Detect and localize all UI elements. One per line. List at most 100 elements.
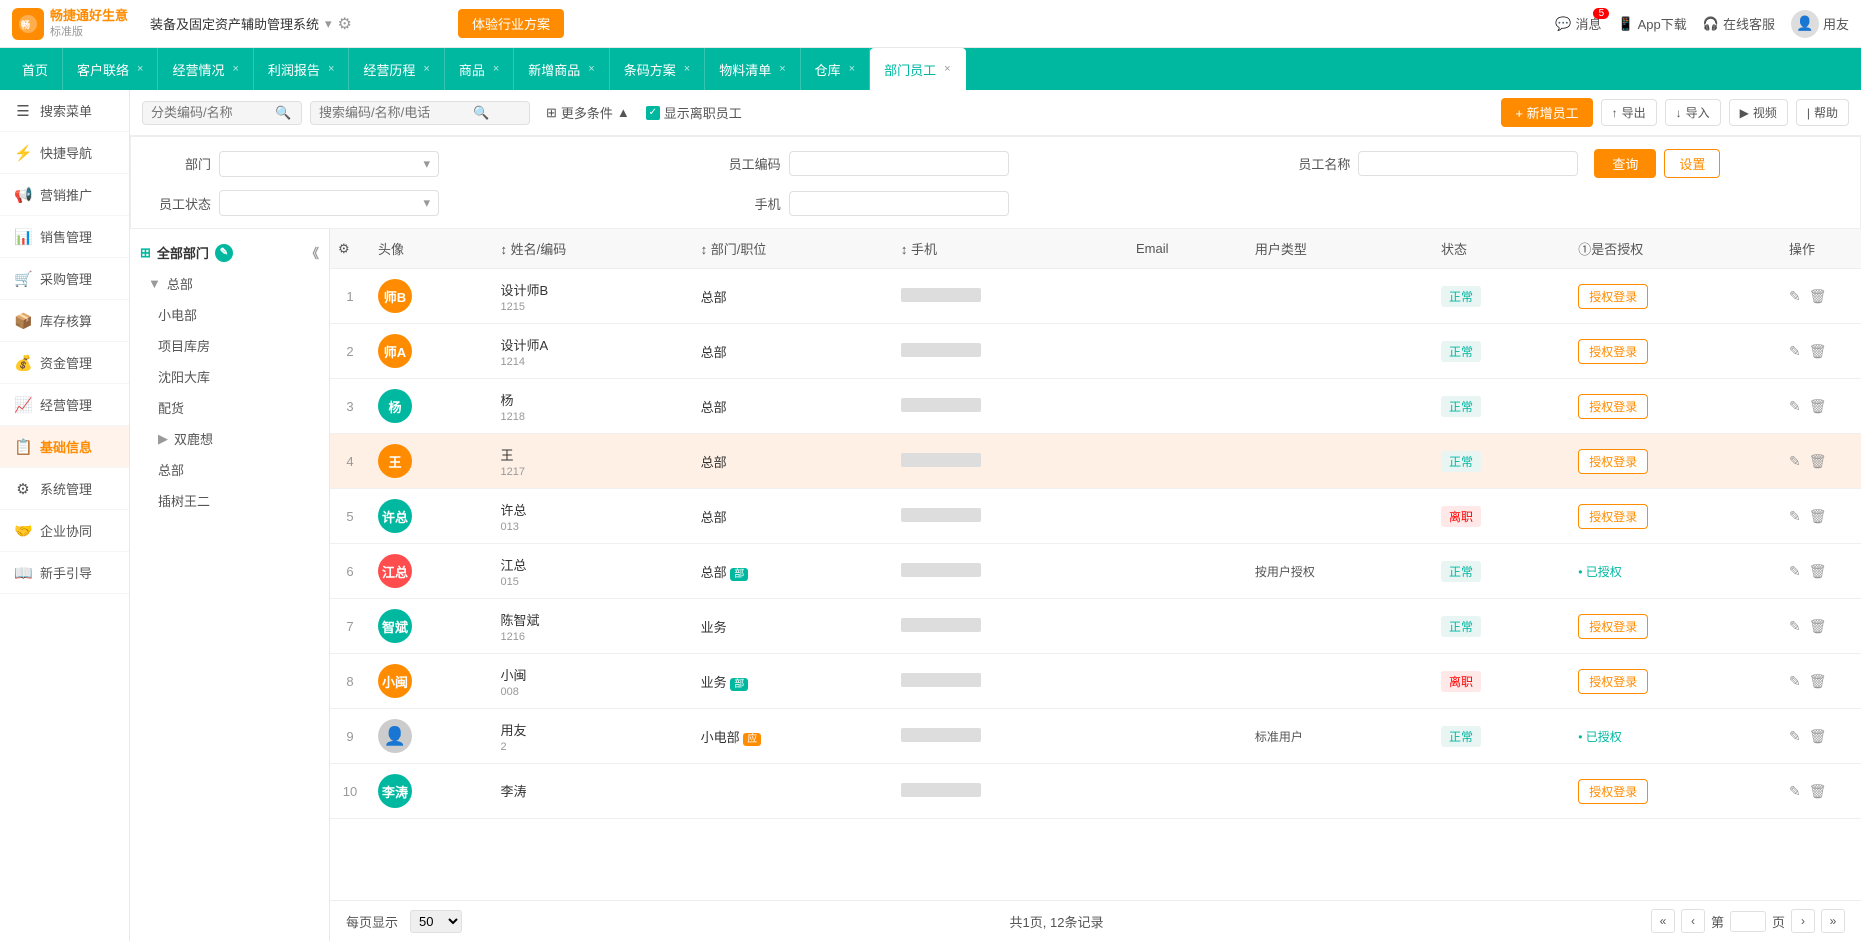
col-phone[interactable]: ↕ 手机 xyxy=(893,229,1128,269)
app-download-btn[interactable]: 📱 App下载 xyxy=(1617,14,1686,33)
close-icon[interactable]: × xyxy=(232,63,238,75)
delete-icon[interactable]: 🗑 xyxy=(1809,728,1827,745)
auth-login-btn[interactable]: 授权登录 xyxy=(1578,504,1648,529)
edit-icon[interactable]: ✎ xyxy=(1789,398,1801,415)
dept-item-zongbu2[interactable]: 总部 xyxy=(130,454,329,485)
nav-basic-info[interactable]: 📋 基础信息 xyxy=(0,426,129,468)
nav-finance[interactable]: 💰 资金管理 xyxy=(0,342,129,384)
dept-edit-icon[interactable]: ✎ xyxy=(215,244,233,262)
close-icon[interactable]: × xyxy=(849,63,855,75)
edit-icon[interactable]: ✎ xyxy=(1789,508,1801,525)
row-auth[interactable]: 授权登录 xyxy=(1570,764,1781,819)
view-button[interactable]: ▶ 视频 xyxy=(1729,99,1788,126)
dept-item-shenyang[interactable]: 沈阳大库 xyxy=(130,361,329,392)
add-employee-button[interactable]: + 新增员工 xyxy=(1501,98,1592,127)
prev-page-btn[interactable]: ‹ xyxy=(1681,909,1705,933)
nav-purchase[interactable]: 🛒 采购管理 xyxy=(0,258,129,300)
dept-item-chashuwang[interactable]: 插树王二 xyxy=(130,485,329,516)
more-filter-btn[interactable]: ⊞ 更多条件 ▲ xyxy=(538,99,638,126)
auth-login-btn[interactable]: 授权登录 xyxy=(1578,284,1648,309)
tab-bom[interactable]: 物料清单× xyxy=(705,48,800,90)
empname-filter-input[interactable] xyxy=(1358,151,1578,176)
status-filter-select[interactable]: ▾ xyxy=(219,190,439,216)
category-search-icon[interactable]: 🔍 xyxy=(275,105,291,121)
category-search-input[interactable] xyxy=(151,105,271,120)
dept-filter-select[interactable]: ▾ xyxy=(219,151,439,177)
tab-customer[interactable]: 客户联络× xyxy=(63,48,158,90)
close-icon[interactable]: × xyxy=(684,63,690,75)
close-icon[interactable]: × xyxy=(137,63,143,75)
show-resigned-toggle[interactable]: ✓ 显示离职员工 xyxy=(646,103,742,122)
dept-item-xiangmu[interactable]: 项目库房 xyxy=(130,330,329,361)
query-button[interactable]: 查询 xyxy=(1594,149,1656,178)
delete-icon[interactable]: 🗑 xyxy=(1809,508,1827,525)
nav-guide[interactable]: 📖 新手引导 xyxy=(0,552,129,594)
dept-item-peihuo[interactable]: 配货 xyxy=(130,392,329,423)
system-dropdown-icon[interactable]: ▾ xyxy=(325,16,332,32)
col-dept[interactable]: ↕ 部门/职位 xyxy=(693,229,893,269)
delete-icon[interactable]: 🗑 xyxy=(1809,783,1827,800)
nav-marketing[interactable]: 📢 营销推广 xyxy=(0,174,129,216)
col-settings[interactable]: ⚙ xyxy=(330,229,370,269)
edit-icon[interactable]: ✎ xyxy=(1789,673,1801,690)
next-page-btn[interactable]: › xyxy=(1791,909,1815,933)
empcode-filter-input[interactable] xyxy=(789,151,1009,176)
nav-search[interactable]: ☰ 搜索菜单 xyxy=(0,90,129,132)
row-auth[interactable]: 授权登录 xyxy=(1570,379,1781,434)
delete-icon[interactable]: 🗑 xyxy=(1809,673,1827,690)
nav-system[interactable]: ⚙ 系统管理 xyxy=(0,468,129,510)
col-name[interactable]: ↕ 姓名/编码 xyxy=(492,229,692,269)
online-service-btn[interactable]: 🎧 在线客服 xyxy=(1703,14,1775,33)
edit-icon[interactable]: ✎ xyxy=(1789,728,1801,745)
auth-login-btn[interactable]: 授权登录 xyxy=(1578,614,1648,639)
close-icon[interactable]: × xyxy=(328,63,334,75)
dept-item-xiaodian[interactable]: 小电部 xyxy=(130,299,329,330)
tab-home[interactable]: 首页 xyxy=(8,48,63,90)
per-page-select[interactable]: 50 100 xyxy=(410,910,462,933)
auth-login-btn[interactable]: 授权登录 xyxy=(1578,779,1648,804)
last-page-btn[interactable]: » xyxy=(1821,909,1845,933)
row-auth[interactable]: 授权登录 xyxy=(1570,489,1781,544)
tab-goods[interactable]: 商品× xyxy=(445,48,514,90)
edit-icon[interactable]: ✎ xyxy=(1789,783,1801,800)
nav-quicknav[interactable]: ⚡ 快捷导航 xyxy=(0,132,129,174)
auth-login-btn[interactable]: 授权登录 xyxy=(1578,339,1648,364)
tab-warehouse[interactable]: 仓库× xyxy=(801,48,870,90)
edit-icon[interactable]: ✎ xyxy=(1789,288,1801,305)
delete-icon[interactable]: 🗑 xyxy=(1809,563,1827,580)
dept-item-shuangluxiang[interactable]: ▶ 双鹿想 xyxy=(130,423,329,454)
collapse-tree-icon[interactable]: 《 xyxy=(306,243,319,262)
nav-operation[interactable]: 📈 经营管理 xyxy=(0,384,129,426)
delete-icon[interactable]: 🗑 xyxy=(1809,398,1827,415)
settings-icon[interactable]: ⚙ xyxy=(338,14,352,34)
dept-tree-header[interactable]: ⊞ 全部部门 ✎ 《 xyxy=(130,237,329,268)
row-auth[interactable]: 授权登录 xyxy=(1570,599,1781,654)
edit-icon[interactable]: ✎ xyxy=(1789,563,1801,580)
close-icon[interactable]: × xyxy=(779,63,785,75)
help-button[interactable]: | 帮助 xyxy=(1796,99,1849,126)
message-btn[interactable]: 💬 消息 5 xyxy=(1555,14,1601,33)
delete-icon[interactable]: 🗑 xyxy=(1809,453,1827,470)
edit-icon[interactable]: ✎ xyxy=(1789,343,1801,360)
nav-collab[interactable]: 🤝 企业协同 xyxy=(0,510,129,552)
close-icon[interactable]: × xyxy=(588,63,594,75)
first-page-btn[interactable]: « xyxy=(1651,909,1675,933)
tab-profit[interactable]: 利润报告× xyxy=(254,48,349,90)
tab-management[interactable]: 经营情况× xyxy=(158,48,253,90)
auth-login-btn[interactable]: 授权登录 xyxy=(1578,394,1648,419)
emp-search-input[interactable] xyxy=(319,105,469,120)
auth-login-btn[interactable]: 授权登录 xyxy=(1578,449,1648,474)
delete-icon[interactable]: 🗑 xyxy=(1809,288,1827,305)
import-button[interactable]: ↓ 导入 xyxy=(1665,99,1721,126)
row-auth[interactable]: 授权登录 xyxy=(1570,324,1781,379)
page-number-input[interactable]: 1 xyxy=(1730,911,1766,932)
delete-icon[interactable]: 🗑 xyxy=(1809,343,1827,360)
user-menu[interactable]: 👤 用友 xyxy=(1791,10,1849,38)
trial-button[interactable]: 体验行业方案 xyxy=(458,9,564,38)
close-icon-active[interactable]: × xyxy=(944,63,950,75)
row-auth[interactable]: 授权登录 xyxy=(1570,269,1781,324)
emp-search-icon[interactable]: 🔍 xyxy=(473,105,489,121)
delete-icon[interactable]: 🗑 xyxy=(1809,618,1827,635)
tab-history[interactable]: 经营历程× xyxy=(349,48,444,90)
close-icon[interactable]: × xyxy=(423,63,429,75)
